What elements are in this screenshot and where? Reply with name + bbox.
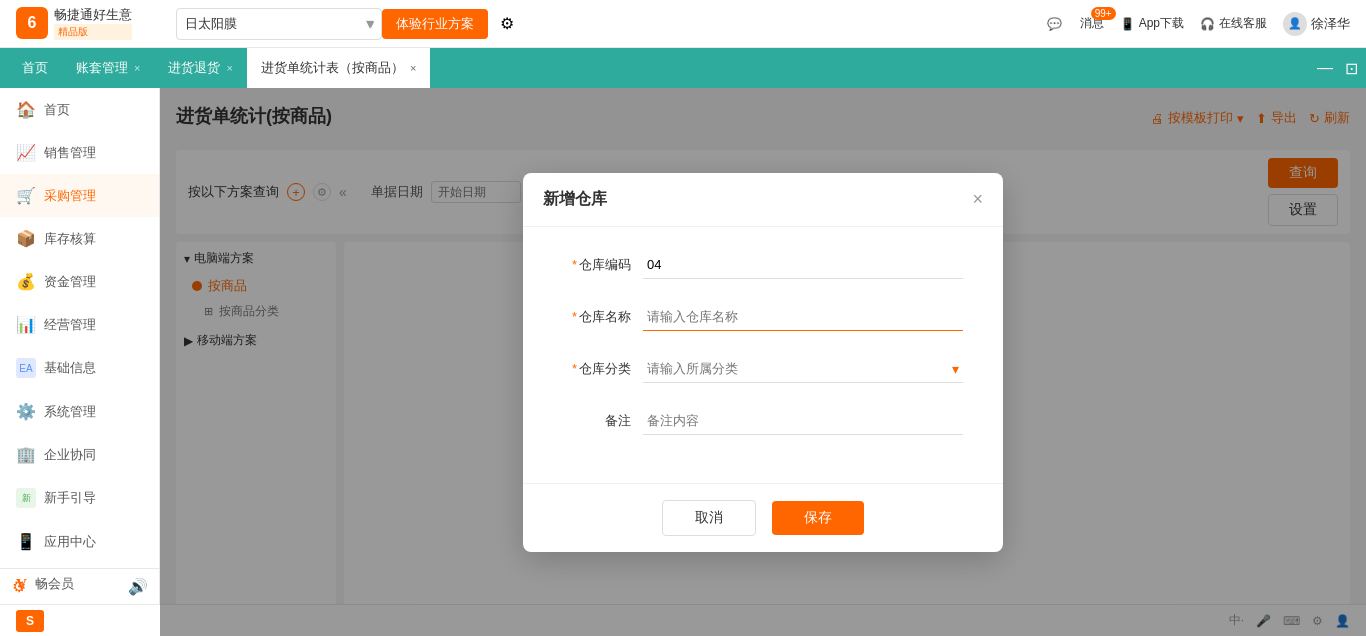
s-brand-logo: S — [16, 610, 44, 632]
warehouse-category-select-wrap: ▾ — [643, 355, 963, 383]
store-selector[interactable]: ▾ — [176, 8, 382, 40]
notification-badge: 99+ — [1091, 7, 1116, 20]
tab-account-close[interactable]: × — [134, 62, 140, 74]
warehouse-code-input[interactable] — [643, 251, 963, 279]
guide-icon: 新 — [16, 488, 36, 508]
sidebar: 🏠 首页 📈 销售管理 🛒 采购管理 📦 库存核算 💰 资金管理 📊 经营管理 … — [0, 88, 160, 636]
enterprise-icon: 🏢 — [16, 445, 36, 464]
appstore-icon: 📱 — [16, 532, 36, 551]
sidebar-speaker-icon[interactable]: 🔊 — [128, 577, 148, 596]
warehouse-name-input[interactable] — [643, 303, 963, 331]
modal-overlay: 新增仓库 × 仓库编码 仓库名称 仓库分类 — [160, 88, 1366, 636]
main-layout: 🏠 首页 📈 销售管理 🛒 采购管理 📦 库存核算 💰 资金管理 📊 经营管理 … — [0, 88, 1366, 636]
new-warehouse-modal: 新增仓库 × 仓库编码 仓库名称 仓库分类 — [523, 173, 1003, 552]
store-search-input[interactable] — [176, 8, 382, 40]
sidebar-item-inventory[interactable]: 📦 库存核算 — [0, 217, 159, 260]
message-icon: 💬 — [1047, 17, 1062, 31]
sidebar-item-finance[interactable]: 💰 资金管理 — [0, 260, 159, 303]
warehouse-category-row: 仓库分类 ▾ — [563, 355, 963, 383]
logo-area: 6 畅捷通好生意 精品版 — [16, 7, 176, 40]
tab-controls: — ⊡ — [1317, 59, 1358, 78]
save-button[interactable]: 保存 — [772, 501, 864, 535]
experience-industry-button[interactable]: 体验行业方案 — [382, 9, 488, 39]
purchase-icon: 🛒 — [16, 186, 36, 205]
sidebar-settings-icon[interactable]: ⚙ — [12, 577, 26, 596]
sidebar-item-system[interactable]: ⚙️ 系统管理 — [0, 390, 159, 433]
modal-header: 新增仓库 × — [523, 173, 1003, 227]
settings-icon-wrap[interactable]: ⚙ — [500, 14, 514, 33]
header-actions: 💬 99+ 消息 📱 App下载 🎧 在线客服 👤 徐泽华 — [1047, 12, 1350, 36]
tab-home[interactable]: 首页 — [8, 48, 62, 88]
finance-icon: 💰 — [16, 272, 36, 291]
tab-purchase-return[interactable]: 进货退货 × — [154, 48, 246, 88]
system-icon: ⚙️ — [16, 402, 36, 421]
maximize-window-icon[interactable]: ⊡ — [1345, 59, 1358, 78]
warehouse-note-label: 备注 — [563, 412, 643, 430]
notification-button[interactable]: 💬 99+ 消息 — [1047, 15, 1104, 32]
top-header: 6 畅捷通好生意 精品版 ▾ 体验行业方案 ⚙ 💬 99+ 消息 📱 App下载… — [0, 0, 1366, 48]
tab-purchase-stats[interactable]: 进货单统计表（按商品） × — [247, 48, 430, 88]
tab-account[interactable]: 账套管理 × — [62, 48, 154, 88]
sales-icon: 📈 — [16, 143, 36, 162]
minimize-window-icon[interactable]: — — [1317, 59, 1333, 77]
basic-info-icon: EA — [16, 358, 36, 378]
sidebar-item-home[interactable]: 🏠 首页 — [0, 88, 159, 131]
warehouse-code-label: 仓库编码 — [563, 256, 643, 274]
app-name: 畅捷通好生意 — [54, 7, 132, 24]
warehouse-note-row: 备注 — [563, 407, 963, 435]
home-icon: 🏠 — [16, 100, 36, 119]
app-logo-icon: 6 — [16, 7, 48, 39]
inventory-icon: 📦 — [16, 229, 36, 248]
warehouse-code-row: 仓库编码 — [563, 251, 963, 279]
sidebar-item-enterprise[interactable]: 🏢 企业协同 — [0, 433, 159, 476]
online-service-button[interactable]: 🎧 在线客服 — [1200, 15, 1267, 32]
user-menu-button[interactable]: 👤 徐泽华 — [1283, 12, 1350, 36]
sidebar-item-operations[interactable]: 📊 经营管理 — [0, 303, 159, 346]
avatar: 👤 — [1283, 12, 1307, 36]
tab-purchase-return-close[interactable]: × — [226, 62, 232, 74]
modal-close-button[interactable]: × — [972, 190, 983, 208]
modal-footer: 取消 保存 — [523, 483, 1003, 552]
sidebar-item-basic-info[interactable]: EA 基础信息 — [0, 346, 159, 390]
app-edition: 精品版 — [54, 24, 132, 40]
sidebar-item-sales[interactable]: 📈 销售管理 — [0, 131, 159, 174]
tab-purchase-stats-close[interactable]: × — [410, 62, 416, 74]
category-dropdown-icon[interactable]: ▾ — [952, 361, 959, 377]
username-label: 徐泽华 — [1311, 15, 1350, 33]
warehouse-name-label: 仓库名称 — [563, 308, 643, 326]
sidebar-bottom-controls: ⚙ 🔊 — [0, 568, 160, 604]
modal-title: 新增仓库 — [543, 189, 607, 210]
sidebar-item-guide[interactable]: 新 新手引导 — [0, 476, 159, 520]
cancel-button[interactable]: 取消 — [662, 500, 756, 536]
headphone-icon: 🎧 — [1200, 17, 1215, 31]
gear-icon: ⚙ — [500, 14, 514, 33]
nav-tabs-bar: 首页 账套管理 × 进货退货 × 进货单统计表（按商品） × — ⊡ — [0, 48, 1366, 88]
warehouse-category-input[interactable] — [643, 355, 963, 383]
sidebar-item-purchase[interactable]: 🛒 采购管理 — [0, 174, 159, 217]
warehouse-note-input[interactable] — [643, 407, 963, 435]
operations-icon: 📊 — [16, 315, 36, 334]
mobile-icon: 📱 — [1120, 17, 1135, 31]
warehouse-name-row: 仓库名称 — [563, 303, 963, 331]
sidebar-item-appstore[interactable]: 📱 应用中心 — [0, 520, 159, 563]
warehouse-category-label: 仓库分类 — [563, 360, 643, 378]
app-download-button[interactable]: 📱 App下载 — [1120, 15, 1184, 32]
modal-body: 仓库编码 仓库名称 仓库分类 ▾ — [523, 227, 1003, 483]
content-area: 进货单统计(按商品) 🖨 按模板打印 ▾ ⬆ 导出 ↻ 刷新 按以下方案查询 — [160, 88, 1366, 636]
